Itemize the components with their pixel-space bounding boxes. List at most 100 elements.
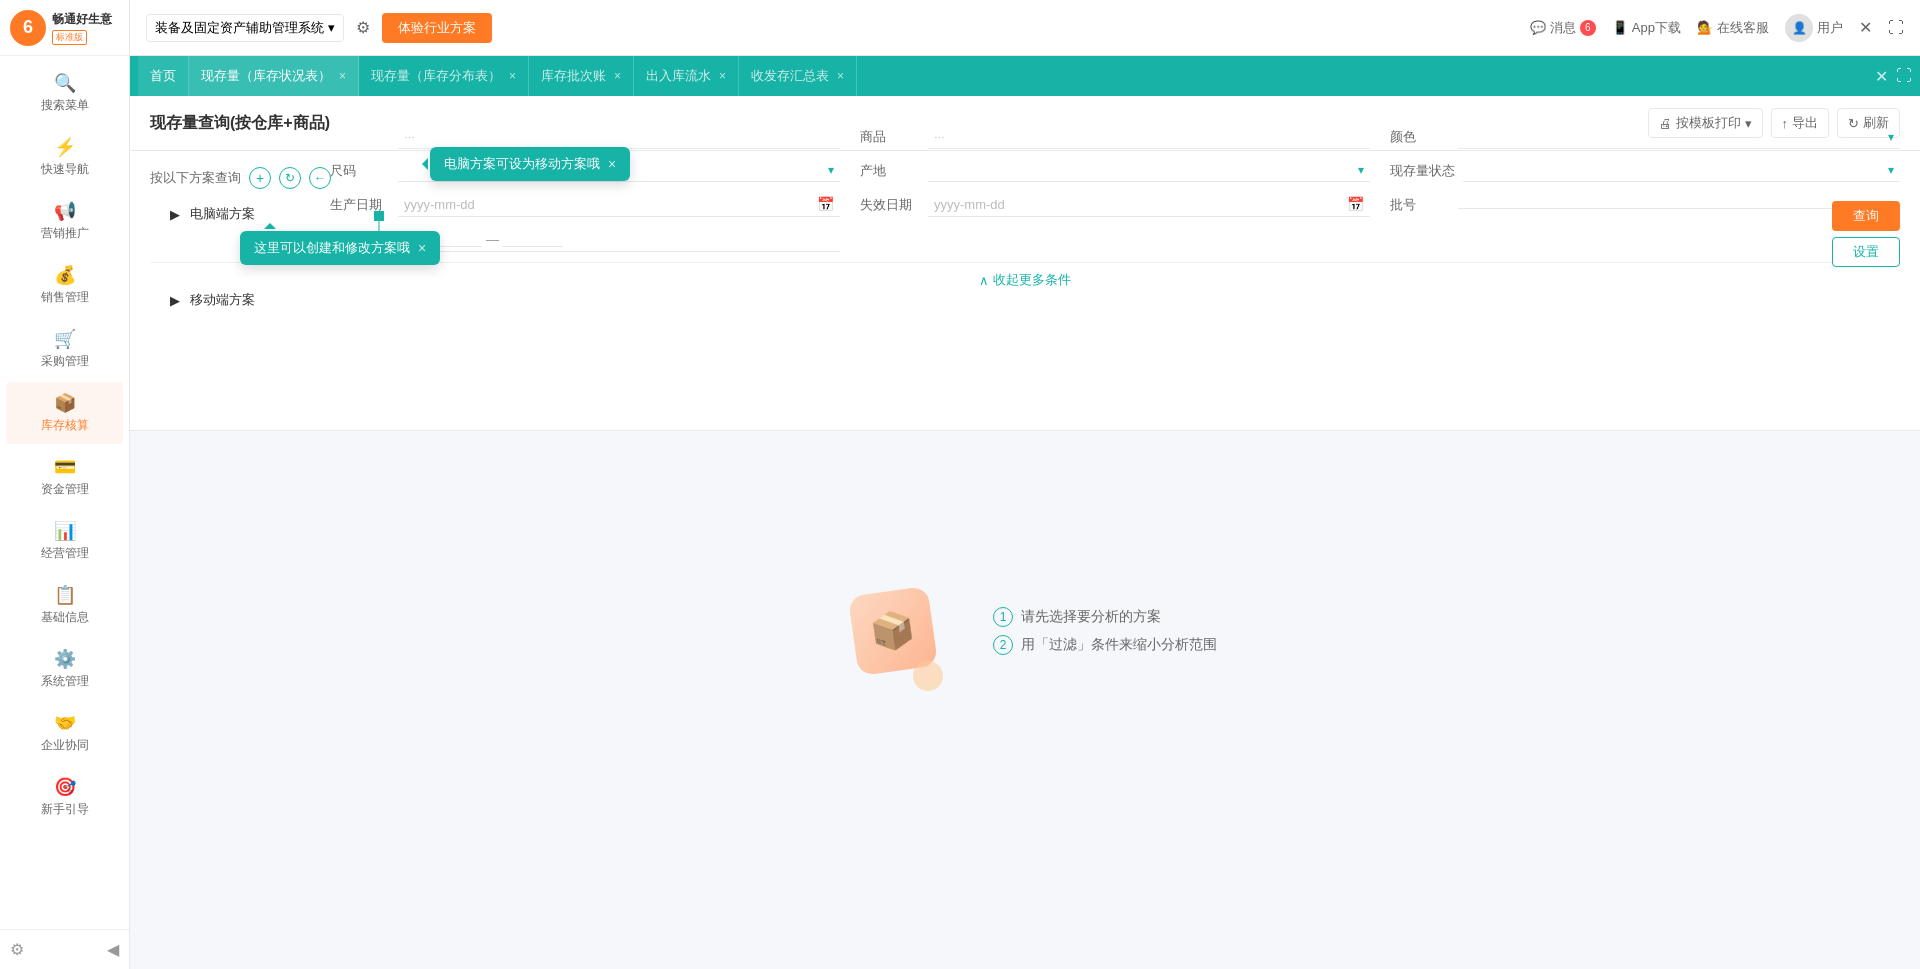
tooltip-close2-button[interactable]: × xyxy=(418,240,426,256)
message-button[interactable]: 💬 消息 6 xyxy=(1530,19,1596,37)
tab-close-icon[interactable]: × xyxy=(614,69,621,83)
stock-status-label: 现存量状态 xyxy=(1390,162,1455,180)
sidebar-item-label: 经营管理 xyxy=(41,545,89,562)
support-icon: 💁 xyxy=(1697,20,1713,35)
tab-close-icon[interactable]: × xyxy=(509,69,516,83)
sidebar-item-quicknav[interactable]: ⚡ 快速导航 xyxy=(6,126,123,188)
sidebar-item-finance[interactable]: 💳 资金管理 xyxy=(6,446,123,508)
collapse-label: 收起更多条件 xyxy=(993,271,1071,289)
sidebar-item-search[interactable]: 🔍 搜索菜单 xyxy=(6,62,123,124)
sidebar-item-label: 库存核算 xyxy=(41,417,89,434)
calendar-icon[interactable]: 📅 xyxy=(1347,196,1364,212)
tab-home-label: 首页 xyxy=(150,67,176,85)
color-label: 颜色 xyxy=(1390,128,1450,146)
topbar-close-icon[interactable]: ✕ xyxy=(1859,18,1872,37)
sidebar-item-label: 系统管理 xyxy=(41,673,89,690)
message-icon: 💬 xyxy=(1530,20,1546,35)
tab-inventory-status[interactable]: 现存量（库存状况表） × xyxy=(189,56,359,96)
sidebar-item-purchase[interactable]: 🛒 采购管理 xyxy=(6,318,123,380)
filter-add-button[interactable]: + xyxy=(249,167,271,189)
tab-close-icon[interactable]: × xyxy=(719,69,726,83)
tab-inventory-dist[interactable]: 现存量（库存分布表） × xyxy=(359,56,529,96)
logo-icon: 6 xyxy=(10,10,46,46)
user-label: 用户 xyxy=(1817,19,1843,37)
filter-row-produce-date: 生产日期 yyyy-mm-dd 📅 xyxy=(330,192,840,217)
sidebar-item-enterprise[interactable]: 🤝 企业协同 xyxy=(6,702,123,764)
empty-steps: 1 请先选择要分析的方案 2 用「过滤」条件来缩小分析范围 xyxy=(993,607,1217,655)
sidebar-item-inventory[interactable]: 📦 库存核算 xyxy=(6,382,123,444)
system-selector[interactable]: 装备及固定资产辅助管理系统 ▾ xyxy=(146,14,344,42)
tooltip-text: 这里可以创建和修改方案哦 xyxy=(254,239,410,257)
user-menu-button[interactable]: 👤 用户 xyxy=(1785,14,1843,42)
finance-icon: 💳 xyxy=(54,456,76,478)
logo-area: 6 畅通好生意 标准版 xyxy=(0,0,129,56)
app-icon: 📱 xyxy=(1612,20,1628,35)
step-1-text: 请先选择要分析的方案 xyxy=(1021,608,1161,626)
reset-button[interactable]: 设置 xyxy=(1832,237,1900,267)
warehouse-input[interactable]: ··· xyxy=(398,125,840,149)
tab-inout-flow[interactable]: 出入库流水 × xyxy=(634,56,739,96)
empty-state: 📦 1 请先选择要分析的方案 2 用「过滤」条件来缩小分析范围 xyxy=(833,571,1217,691)
purchase-icon: 🛒 xyxy=(54,328,76,350)
content-body: 📦 1 请先选择要分析的方案 2 用「过滤」条件来缩小分析范围 xyxy=(130,431,1920,831)
produce-date-input[interactable]: yyyy-mm-dd 📅 xyxy=(398,192,840,217)
tab-expand-buttons: ✕ ⛶ xyxy=(1875,67,1912,86)
tab-batch-account[interactable]: 库存批次账 × xyxy=(529,56,634,96)
tabbar: 首页 现存量（库存状况表） × 现存量（库存分布表） × 库存批次账 × 出入库… xyxy=(130,56,1920,96)
sidebar-item-marketing[interactable]: 📢 营销推广 xyxy=(6,190,123,252)
color-select[interactable]: ▾ xyxy=(1458,126,1900,149)
filter-refresh-button[interactable]: ↻ xyxy=(279,167,301,189)
tab-close-icon[interactable]: × xyxy=(339,69,346,83)
sidebar-item-system[interactable]: ⚙️ 系统管理 xyxy=(6,638,123,700)
dots-icon: ··· xyxy=(934,129,945,144)
tab-receive-summary[interactable]: 收发存汇总表 × xyxy=(739,56,857,96)
tab-close-all-icon[interactable]: ✕ xyxy=(1875,67,1888,86)
app-download-button[interactable]: 📱 App下载 xyxy=(1612,19,1681,37)
avatar: 👤 xyxy=(1785,14,1813,42)
expire-date-input[interactable]: yyyy-mm-dd 📅 xyxy=(928,192,1370,217)
goods-input[interactable]: ··· xyxy=(928,125,1370,149)
chevron-down-icon: ▾ xyxy=(828,163,834,177)
origin-select[interactable]: ▾ xyxy=(928,159,1370,182)
industry-plan-button[interactable]: 体验行业方案 xyxy=(382,13,492,43)
sidebar-item-guide[interactable]: 🎯 新手引导 xyxy=(6,766,123,828)
collapse-button[interactable]: ∧ 收起更多条件 xyxy=(150,263,1900,297)
stock-status-select[interactable]: ▾ xyxy=(1463,159,1900,182)
filter-row-origin: 产地 ▾ xyxy=(860,159,1370,182)
filter-actions: 查询 设置 xyxy=(1832,201,1900,267)
topbar-expand-icon[interactable]: ⛶ xyxy=(1888,19,1904,37)
inventory-icon: 📦 xyxy=(54,392,76,414)
collapse-arrow-icon: ∧ xyxy=(979,273,989,288)
chevron-down-icon: ▾ xyxy=(1888,130,1894,144)
online-support-button[interactable]: 💁 在线客服 xyxy=(1697,19,1769,37)
topbar-gear-button[interactable]: ⚙ xyxy=(356,18,370,37)
calendar-icon[interactable]: 📅 xyxy=(817,196,834,212)
sidebar-item-label: 基础信息 xyxy=(41,609,89,626)
chevron-down-icon: ▾ xyxy=(1888,163,1894,177)
tab-fullscreen-icon[interactable]: ⛶ xyxy=(1896,67,1912,85)
tab-inventory-status-label: 现存量（库存状况表） xyxy=(201,67,331,85)
mobile-scheme-label: 移动端方案 xyxy=(190,291,255,309)
sidebar-item-label: 采购管理 xyxy=(41,353,89,370)
search-button[interactable]: 查询 xyxy=(1832,201,1900,231)
enterprise-icon: 🤝 xyxy=(54,712,76,734)
tooltip-close-button[interactable]: × xyxy=(608,156,616,172)
chevron-down-icon: ▾ xyxy=(1358,163,1364,177)
sidebar-item-basic[interactable]: 📋 基础信息 xyxy=(6,574,123,636)
sidebar-settings-button[interactable]: ⚙ xyxy=(10,940,24,959)
sidebar-item-operations[interactable]: 📊 经营管理 xyxy=(6,510,123,572)
sidebar-item-label: 销售管理 xyxy=(41,289,89,306)
sidebar-collapse-button[interactable]: ◀ xyxy=(107,940,119,959)
tab-close-icon[interactable]: × xyxy=(837,69,844,83)
operations-icon: 📊 xyxy=(54,520,76,542)
filter-arrow-button[interactable]: ← xyxy=(309,167,331,189)
step-2-text: 用「过滤」条件来缩小分析范围 xyxy=(1021,636,1217,654)
sidebar-item-label: 资金管理 xyxy=(41,481,89,498)
filter-area: 按以下方案查询 + ↻ ← 电脑方案可设为移动方案哦 × ▶ 电脑端方案 这里可… xyxy=(130,151,1920,431)
sidebar-item-sales[interactable]: 💰 销售管理 xyxy=(6,254,123,316)
stock-max-input[interactable] xyxy=(503,231,563,247)
tab-home[interactable]: 首页 xyxy=(138,56,189,96)
page-title: 现存量查询(按仓库+商品) xyxy=(150,113,330,134)
sidebar-item-label: 企业协同 xyxy=(41,737,89,754)
tooltip-edit-scheme: 这里可以创建和修改方案哦 × xyxy=(240,231,440,265)
